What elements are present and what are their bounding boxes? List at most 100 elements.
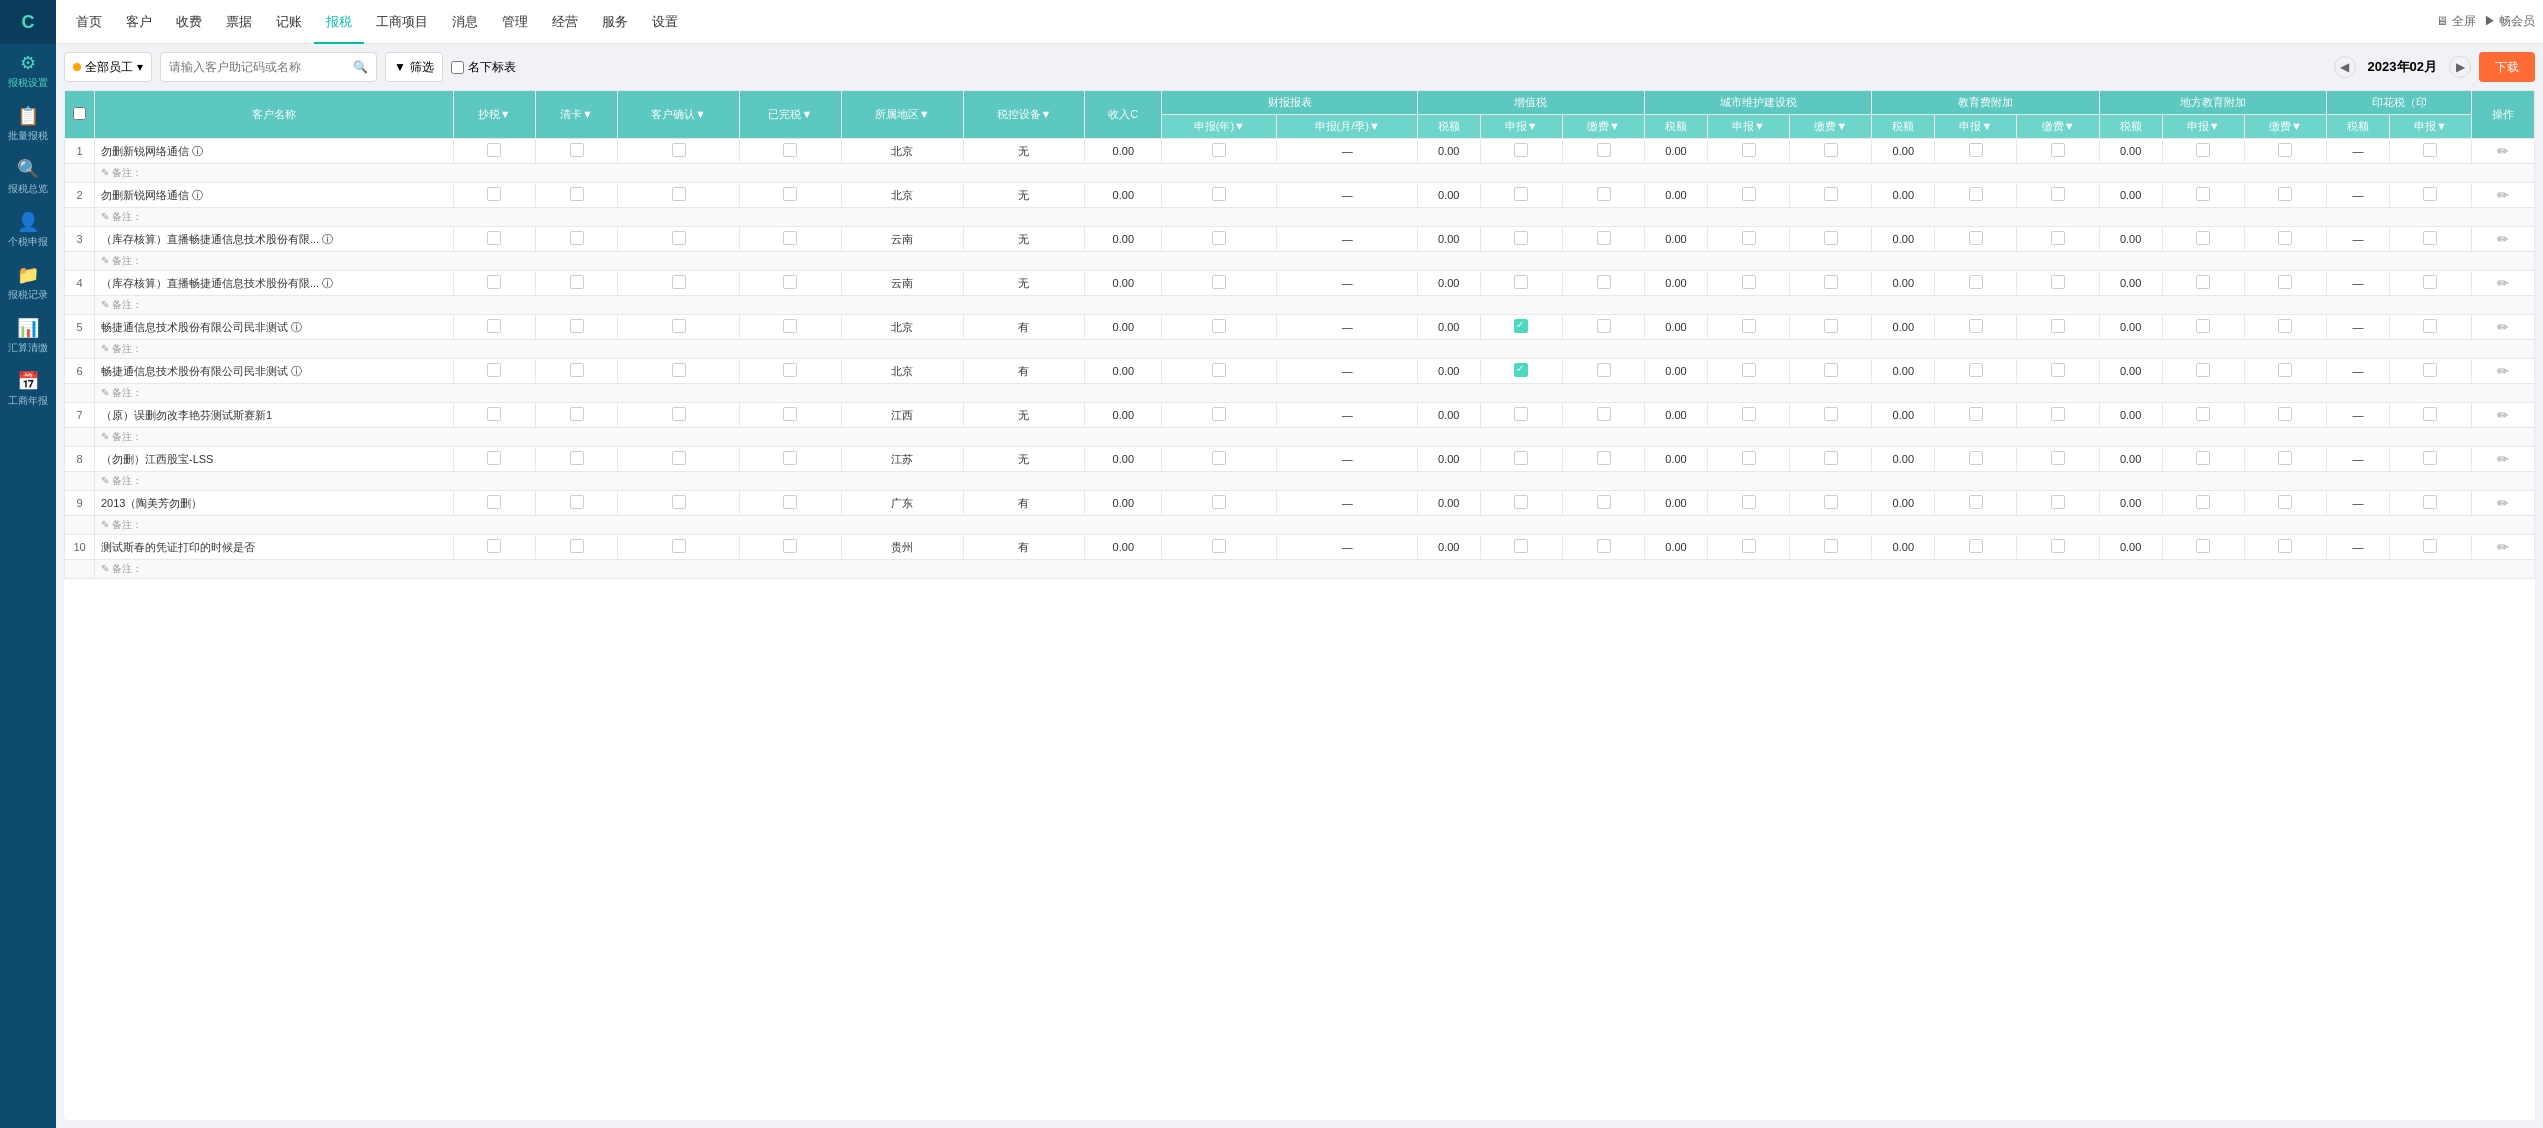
checkbox-annual[interactable]	[1212, 275, 1226, 289]
employee-select[interactable]: 全部员工 ▾	[64, 52, 152, 82]
checkbox-local-declare[interactable]	[2196, 451, 2210, 465]
checkbox-tax-clearance[interactable]	[487, 187, 501, 201]
checkbox-stamp-declare[interactable]	[2423, 495, 2437, 509]
checkbox-local-declare[interactable]	[2196, 407, 2210, 421]
nav-invoice[interactable]: 票据	[214, 0, 264, 44]
checkbox-edu-declare[interactable]	[1969, 451, 1983, 465]
checkbox-completed[interactable]	[783, 231, 797, 245]
checkbox-local-pay[interactable]	[2278, 363, 2292, 377]
checkbox-local-pay[interactable]	[2278, 275, 2292, 289]
nav-home[interactable]: 首页	[64, 0, 114, 44]
edit-icon[interactable]: ✏	[2497, 495, 2509, 511]
checkbox-edu-declare[interactable]	[1969, 275, 1983, 289]
checkbox-vat-declare[interactable]	[1514, 275, 1528, 289]
checkbox-tax-clearance[interactable]	[487, 539, 501, 553]
checkbox-city-declare[interactable]	[1742, 231, 1756, 245]
checkbox-tax-clearance[interactable]	[487, 407, 501, 421]
checkbox-edu-pay[interactable]	[2051, 187, 2065, 201]
checkbox-stamp-declare[interactable]	[2423, 539, 2437, 553]
next-month-btn[interactable]: ▶	[2449, 56, 2471, 78]
checkbox-annual[interactable]	[1212, 451, 1226, 465]
checkbox-vat-declare[interactable]	[1514, 539, 1528, 553]
prev-month-btn[interactable]: ◀	[2334, 56, 2356, 78]
checkbox-local-pay[interactable]	[2278, 231, 2292, 245]
checkbox-completed[interactable]	[783, 451, 797, 465]
checkbox-customer-confirm[interactable]	[672, 187, 686, 201]
checkbox-vat-declare[interactable]	[1514, 495, 1528, 509]
checkbox-local-declare[interactable]	[2196, 363, 2210, 377]
checkbox-city-declare[interactable]	[1742, 451, 1756, 465]
checkbox-vat-declare[interactable]	[1514, 451, 1528, 465]
edit-icon[interactable]: ✏	[2497, 539, 2509, 555]
checkbox-card-clear[interactable]	[570, 319, 584, 333]
checkbox-completed[interactable]	[783, 319, 797, 333]
nav-bookkeeping[interactable]: 记账	[264, 0, 314, 44]
checkbox-local-declare[interactable]	[2196, 143, 2210, 157]
edit-icon[interactable]: ✏	[2497, 231, 2509, 247]
nav-service[interactable]: 服务	[590, 0, 640, 44]
checkbox-stamp-declare[interactable]	[2423, 451, 2437, 465]
checkbox-city-declare[interactable]	[1742, 187, 1756, 201]
checkbox-customer-confirm[interactable]	[672, 407, 686, 421]
checkbox-completed[interactable]	[783, 187, 797, 201]
checkbox-stamp-declare[interactable]	[2423, 407, 2437, 421]
nav-customer[interactable]: 客户	[114, 0, 164, 44]
edit-icon[interactable]: ✏	[2497, 187, 2509, 203]
checkbox-annual[interactable]	[1212, 231, 1226, 245]
checkbox-label[interactable]: 名下标表	[451, 59, 516, 76]
filter-button[interactable]: ▼ 筛选	[385, 52, 443, 82]
checkbox-customer-confirm[interactable]	[672, 495, 686, 509]
checkbox-card-clear[interactable]	[570, 451, 584, 465]
nav-collection[interactable]: 收费	[164, 0, 214, 44]
nav-message[interactable]: 消息	[440, 0, 490, 44]
checkbox-edu-pay[interactable]	[2051, 495, 2065, 509]
checkbox-local-declare[interactable]	[2196, 275, 2210, 289]
checkbox-vat-declare[interactable]	[1514, 143, 1528, 157]
checkbox-vat-pay[interactable]	[1597, 495, 1611, 509]
edit-icon[interactable]: ✏	[2497, 363, 2509, 379]
checkbox-local-pay[interactable]	[2278, 539, 2292, 553]
checkbox-stamp-declare[interactable]	[2423, 363, 2437, 377]
checkbox-completed[interactable]	[783, 495, 797, 509]
checkbox-tax-clearance[interactable]	[487, 451, 501, 465]
checkbox-local-pay[interactable]	[2278, 319, 2292, 333]
checkbox-local-pay[interactable]	[2278, 451, 2292, 465]
checkbox-annual[interactable]	[1212, 319, 1226, 333]
edit-icon[interactable]: ✏	[2497, 451, 2509, 467]
checkbox-local-declare[interactable]	[2196, 539, 2210, 553]
checkbox-vat-pay[interactable]	[1597, 363, 1611, 377]
checkbox-edu-pay[interactable]	[2051, 231, 2065, 245]
checkbox-tax-clearance[interactable]	[487, 275, 501, 289]
checkbox-vat-declare[interactable]	[1514, 319, 1528, 333]
nav-settings[interactable]: 设置	[640, 0, 690, 44]
checkbox-edu-pay[interactable]	[2051, 407, 2065, 421]
sidebar-item-batch-tax[interactable]: 📋 批量报税	[0, 97, 56, 150]
edit-icon[interactable]: ✏	[2497, 143, 2509, 159]
checkbox-edu-declare[interactable]	[1969, 539, 1983, 553]
checkbox-local-declare[interactable]	[2196, 187, 2210, 201]
checkbox-customer-confirm[interactable]	[672, 363, 686, 377]
checkbox-edu-declare[interactable]	[1969, 495, 1983, 509]
checkbox-stamp-declare[interactable]	[2423, 231, 2437, 245]
checkbox-annual[interactable]	[1212, 187, 1226, 201]
edit-icon[interactable]: ✏	[2497, 275, 2509, 291]
checkbox-city-pay[interactable]	[1824, 143, 1838, 157]
checkbox-card-clear[interactable]	[570, 407, 584, 421]
checkbox-vat-declare[interactable]	[1514, 187, 1528, 201]
checkbox-vat-pay[interactable]	[1597, 539, 1611, 553]
checkbox-edu-declare[interactable]	[1969, 407, 1983, 421]
checkbox-edu-declare[interactable]	[1969, 143, 1983, 157]
checkbox-edu-declare[interactable]	[1969, 187, 1983, 201]
checkbox-vat-declare[interactable]	[1514, 363, 1528, 377]
search-input[interactable]	[169, 60, 349, 74]
checkbox-city-declare[interactable]	[1742, 363, 1756, 377]
checkbox-tax-clearance[interactable]	[487, 231, 501, 245]
checkbox-tax-clearance[interactable]	[487, 319, 501, 333]
checkbox-completed[interactable]	[783, 143, 797, 157]
checkbox-city-pay[interactable]	[1824, 275, 1838, 289]
checkbox-stamp-declare[interactable]	[2423, 187, 2437, 201]
checkbox-city-declare[interactable]	[1742, 495, 1756, 509]
checkbox-annual[interactable]	[1212, 407, 1226, 421]
checkbox-local-pay[interactable]	[2278, 407, 2292, 421]
checkbox-local-pay[interactable]	[2278, 495, 2292, 509]
